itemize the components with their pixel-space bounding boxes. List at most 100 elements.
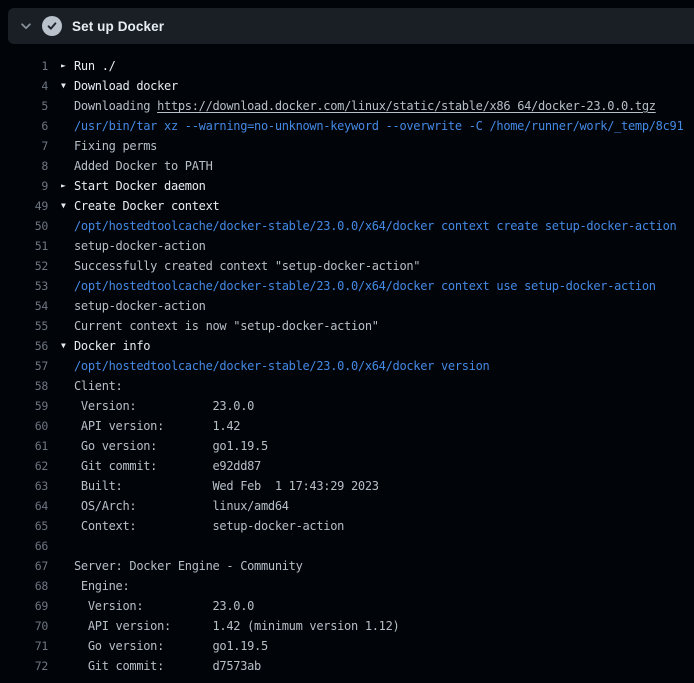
log-text: Create Docker context [74, 196, 219, 216]
step-title: Set up Docker [72, 19, 164, 34]
line-number[interactable]: 59 [0, 396, 48, 416]
log-lines: 1 ► Run ./ 4 ▼ Download docker 5 Downloa… [0, 44, 694, 676]
log-line: 71 Go version: go1.19.5 [0, 636, 694, 656]
log-text: /opt/hostedtoolcache/docker-stable/23.0.… [74, 276, 656, 296]
log-line: 55 Current context is now "setup-docker-… [0, 316, 694, 336]
line-number[interactable]: 56 [0, 336, 48, 356]
group-chevron-expanded-icon[interactable]: ▼ [48, 336, 74, 356]
line-number[interactable]: 6 [0, 116, 48, 136]
log-text: Version: 23.0.0 [74, 396, 254, 416]
log-text: Version: 23.0.0 [74, 596, 254, 616]
line-number[interactable]: 70 [0, 616, 48, 636]
group-chevron-collapsed-icon[interactable]: ► [48, 176, 74, 196]
log-line: 58 Client: [0, 376, 694, 396]
line-number[interactable]: 64 [0, 496, 48, 516]
log-line: 65 Context: setup-docker-action [0, 516, 694, 536]
line-number[interactable]: 1 [0, 56, 48, 76]
log-text: Added Docker to PATH [74, 156, 213, 176]
line-number[interactable]: 68 [0, 576, 48, 596]
line-number[interactable]: 65 [0, 516, 48, 536]
log-text: Git commit: e92dd87 [74, 456, 261, 476]
log-text: API version: 1.42 [74, 416, 240, 436]
log-line: 66 [0, 536, 694, 556]
line-number[interactable]: 54 [0, 296, 48, 316]
log-text: Current context is now "setup-docker-act… [74, 316, 379, 336]
log-text: Engine: [74, 576, 129, 596]
log-line: 51 setup-docker-action [0, 236, 694, 256]
log-line: 64 OS/Arch: linux/amd64 [0, 496, 694, 516]
log-line: 7 Fixing perms [0, 136, 694, 156]
group-chevron-collapsed-icon[interactable]: ► [48, 56, 74, 76]
log-text: Downloading https://download.docker.com/… [74, 96, 656, 116]
line-number[interactable]: 7 [0, 136, 48, 156]
log-text: API version: 1.42 (minimum version 1.12) [74, 616, 399, 636]
log-group-header[interactable]: 1 ► Run ./ [0, 56, 694, 76]
line-number[interactable]: 9 [0, 176, 48, 196]
line-number[interactable]: 71 [0, 636, 48, 656]
log-line: 8 Added Docker to PATH [0, 156, 694, 176]
log-line: 6 /usr/bin/tar xz --warning=no-unknown-k… [0, 116, 694, 136]
log-text: OS/Arch: linux/amd64 [74, 496, 289, 516]
log-line: 5 Downloading https://download.docker.co… [0, 96, 694, 116]
log-line: 60 API version: 1.42 [0, 416, 694, 436]
log-group-header[interactable]: 49 ▼ Create Docker context [0, 196, 694, 216]
line-number[interactable]: 51 [0, 236, 48, 256]
line-number[interactable]: 58 [0, 376, 48, 396]
line-number[interactable]: 5 [0, 96, 48, 116]
log-url-link[interactable]: https://download.docker.com/linux/static… [157, 99, 656, 113]
log-text: setup-docker-action [74, 236, 206, 256]
log-line: 53 /opt/hostedtoolcache/docker-stable/23… [0, 276, 694, 296]
line-number[interactable]: 60 [0, 416, 48, 436]
status-check-icon [42, 16, 62, 36]
line-number[interactable]: 52 [0, 256, 48, 276]
log-text: Run ./ [74, 56, 116, 76]
line-number[interactable]: 61 [0, 436, 48, 456]
log-text: Built: Wed Feb 1 17:43:29 2023 [74, 476, 379, 496]
log-text: /usr/bin/tar xz --warning=no-unknown-key… [74, 116, 683, 136]
line-number[interactable]: 67 [0, 556, 48, 576]
line-number[interactable]: 66 [0, 536, 48, 556]
log-text: Successfully created context "setup-dock… [74, 256, 420, 276]
line-number[interactable]: 55 [0, 316, 48, 336]
log-line: 61 Go version: go1.19.5 [0, 436, 694, 456]
log-line: 62 Git commit: e92dd87 [0, 456, 694, 476]
line-number[interactable]: 49 [0, 196, 48, 216]
log-text: Client: [74, 376, 122, 396]
log-text: Go version: go1.19.5 [74, 636, 268, 656]
log-text: Fixing perms [74, 136, 157, 156]
log-line: 63 Built: Wed Feb 1 17:43:29 2023 [0, 476, 694, 496]
line-number[interactable]: 53 [0, 276, 48, 296]
log-line: 52 Successfully created context "setup-d… [0, 256, 694, 276]
chevron-down-icon[interactable] [19, 19, 33, 33]
log-line: 54 setup-docker-action [0, 296, 694, 316]
log-text: setup-docker-action [74, 296, 206, 316]
log-line: 57 /opt/hostedtoolcache/docker-stable/23… [0, 356, 694, 376]
step-header[interactable]: Set up Docker [8, 8, 694, 44]
log-text: /opt/hostedtoolcache/docker-stable/23.0.… [74, 216, 676, 236]
log-text: Git commit: d7573ab [74, 656, 261, 676]
log-text: /opt/hostedtoolcache/docker-stable/23.0.… [74, 356, 489, 376]
group-chevron-expanded-icon[interactable]: ▼ [48, 76, 74, 96]
log-line: 59 Version: 23.0.0 [0, 396, 694, 416]
log-group-header[interactable]: 4 ▼ Download docker [0, 76, 694, 96]
log-text: Server: Docker Engine - Community [74, 556, 303, 576]
line-number[interactable]: 50 [0, 216, 48, 236]
log-text: Download docker [74, 76, 178, 96]
line-number[interactable]: 72 [0, 656, 48, 676]
log-line: 72 Git commit: d7573ab [0, 656, 694, 676]
line-number[interactable]: 62 [0, 456, 48, 476]
log-text: Start Docker daemon [74, 176, 206, 196]
line-number[interactable]: 4 [0, 76, 48, 96]
line-number[interactable]: 69 [0, 596, 48, 616]
log-text: Docker info [74, 336, 150, 356]
log-line: 50 /opt/hostedtoolcache/docker-stable/23… [0, 216, 694, 236]
line-number[interactable]: 63 [0, 476, 48, 496]
log-line: 67 Server: Docker Engine - Community [0, 556, 694, 576]
line-number[interactable]: 8 [0, 156, 48, 176]
log-group-header[interactable]: 9 ► Start Docker daemon [0, 176, 694, 196]
log-line: 68 Engine: [0, 576, 694, 596]
log-group-header[interactable]: 56 ▼ Docker info [0, 336, 694, 356]
group-chevron-expanded-icon[interactable]: ▼ [48, 196, 74, 216]
line-number[interactable]: 57 [0, 356, 48, 376]
log-text: Go version: go1.19.5 [74, 436, 268, 456]
